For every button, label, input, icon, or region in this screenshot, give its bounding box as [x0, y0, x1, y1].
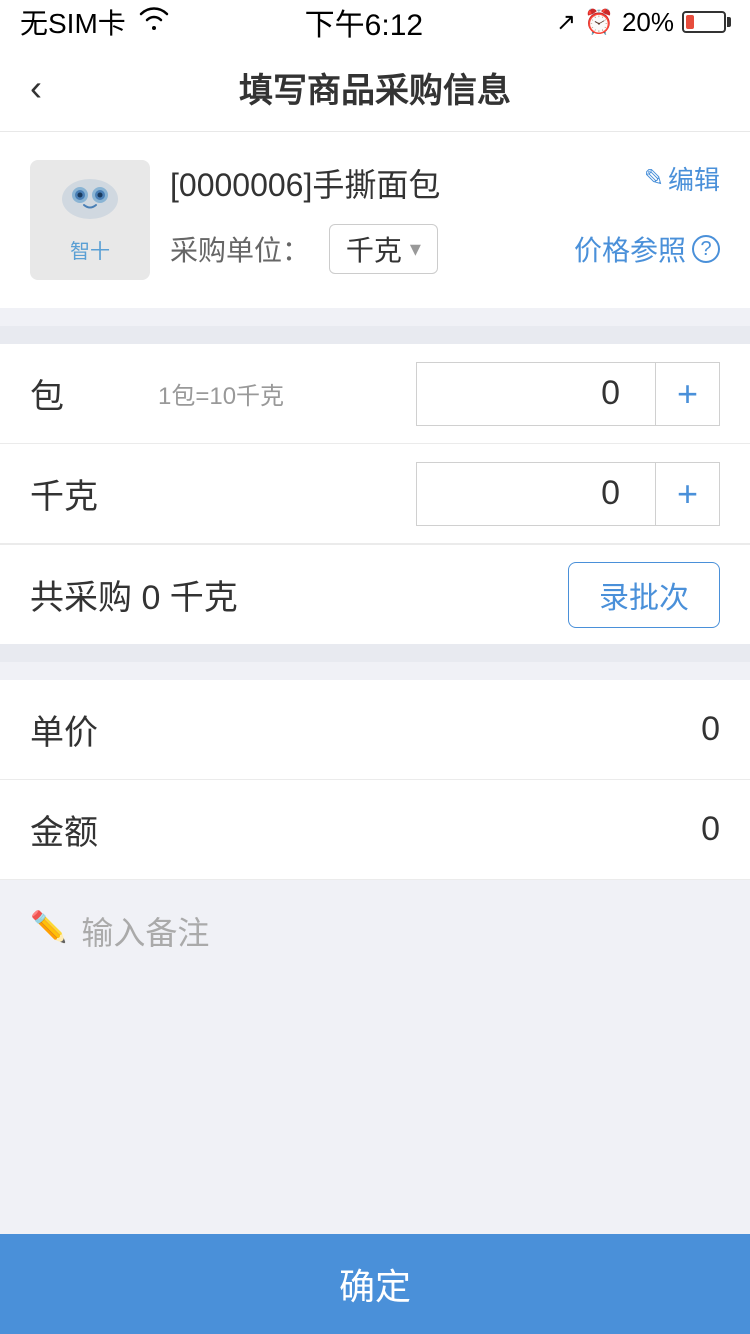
product-unit-row: 采购单位： 千克 ▾ 价格参照 ? [170, 224, 720, 274]
amount-row: 金额 0 [0, 780, 750, 880]
product-card: 智十 [0000006]手撕面包 ✎ 编辑 采购单位： 千克 ▾ 价格参照 ? [0, 132, 750, 308]
nav-bar: ‹ 填写商品采购信息 [0, 44, 750, 132]
pack-input-row: 包 1包=10千克 + [0, 344, 750, 444]
bottom-bar: 确定 [0, 1234, 750, 1334]
pack-input-control: + [416, 362, 720, 426]
kg-plus-button[interactable]: + [656, 462, 720, 526]
unit-price-value: 0 [701, 710, 720, 749]
summary-text: 共采购 0 千克 [30, 570, 568, 619]
notes-section[interactable]: ✏️ 输入备注 [0, 880, 750, 1160]
status-bar: 无SIM卡 下午6:12 ↗ ⏰ 20% [0, 0, 750, 44]
product-logo-icon [60, 177, 120, 231]
product-info: [0000006]手撕面包 ✎ 编辑 采购单位： 千克 ▾ 价格参照 ? [170, 160, 720, 274]
edit-button[interactable]: ✎ 编辑 [644, 160, 720, 197]
section-divider-1 [0, 326, 750, 344]
location-icon: ↗ [556, 8, 576, 37]
battery-icon [682, 11, 730, 33]
edit-icon: ✎ [644, 164, 664, 193]
unit-select[interactable]: 千克 ▾ [329, 224, 438, 274]
wifi-icon [136, 6, 172, 39]
status-right: ↗ ⏰ 20% [556, 7, 730, 38]
pack-quantity-input[interactable] [416, 362, 656, 426]
back-button[interactable]: ‹ [30, 57, 52, 119]
help-icon: ? [692, 235, 720, 263]
kg-label: 千克 [30, 469, 150, 518]
page-title: 填写商品采购信息 [239, 63, 511, 112]
product-logo-text: 智十 [70, 235, 110, 264]
product-header: [0000006]手撕面包 ✎ 编辑 [170, 160, 720, 206]
confirm-button[interactable]: 确定 [339, 1258, 411, 1310]
chevron-down-icon: ▾ [410, 236, 421, 262]
pencil-icon: ✏️ [30, 910, 67, 945]
unit-label: 采购单位： [170, 235, 310, 266]
unit-selector-group: 采购单位： 千克 ▾ [170, 224, 438, 274]
price-reference-button[interactable]: 价格参照 ? [574, 229, 720, 269]
alarm-icon: ⏰ [584, 8, 614, 37]
amount-value: 0 [701, 810, 720, 849]
price-section: 单价 0 金额 0 [0, 680, 750, 880]
section-divider-2 [0, 644, 750, 662]
time-display: 下午6:12 [305, 0, 423, 44]
kg-input-control: + [416, 462, 720, 526]
unit-price-row: 单价 0 [0, 680, 750, 780]
carrier-text: 无SIM卡 [20, 2, 126, 42]
notes-placeholder: 输入备注 [81, 908, 209, 954]
amount-label: 金额 [30, 805, 701, 854]
kg-input-row: 千克 + [0, 444, 750, 544]
battery-percent: 20% [622, 7, 674, 38]
pack-label: 包 [30, 369, 150, 418]
unit-price-label: 单价 [30, 705, 701, 754]
status-left: 无SIM卡 [20, 2, 172, 42]
pack-plus-button[interactable]: + [656, 362, 720, 426]
pack-sublabel: 1包=10千克 [158, 376, 416, 411]
product-name: [0000006]手撕面包 [170, 160, 440, 206]
product-thumbnail: 智十 [30, 160, 150, 280]
kg-quantity-input[interactable] [416, 462, 656, 526]
summary-row: 共采购 0 千克 录批次 [0, 544, 750, 644]
batch-button[interactable]: 录批次 [568, 562, 720, 628]
input-section: 包 1包=10千克 + 千克 + [0, 344, 750, 544]
